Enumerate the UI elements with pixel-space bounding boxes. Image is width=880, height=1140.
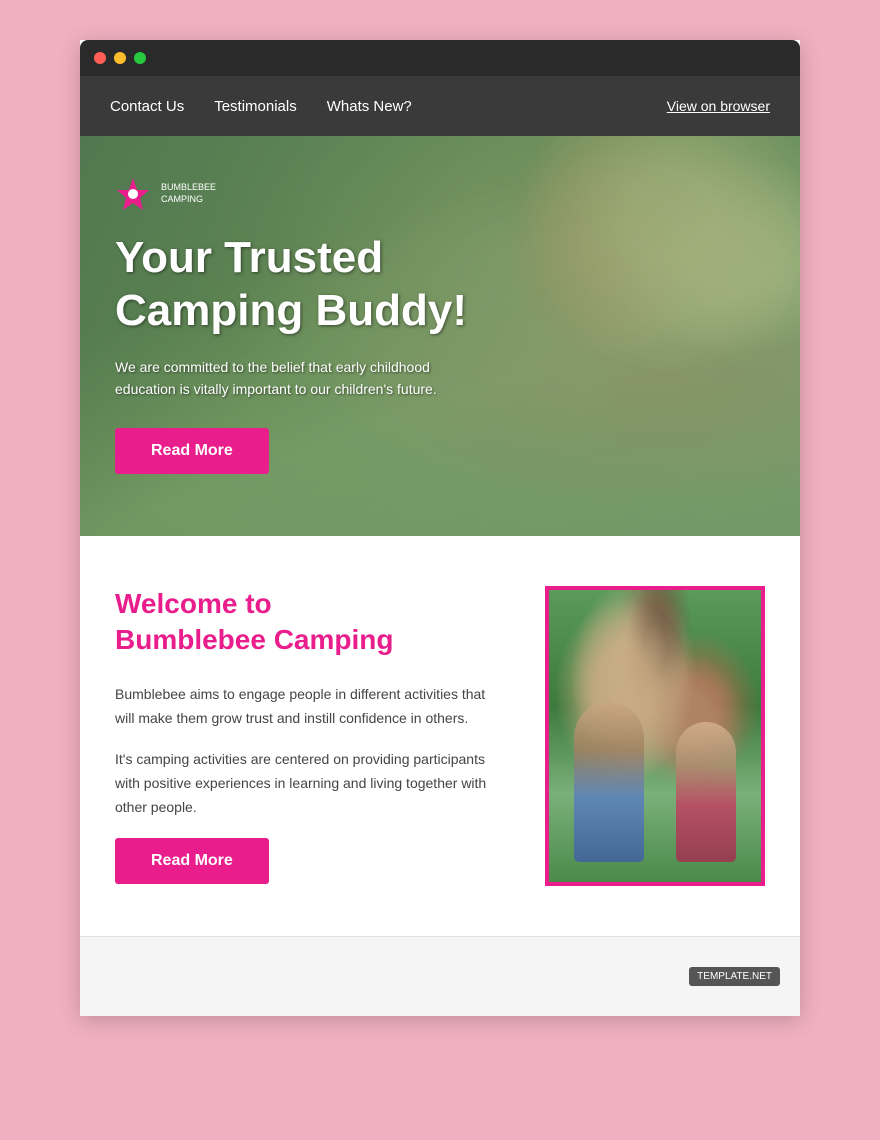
template-badge: TEMPLATE.NET <box>689 967 780 986</box>
logo-text: BUMBLEBEE Camping <box>161 182 216 205</box>
welcome-section: Welcome to Bumblebee Camping Bumblebee a… <box>80 536 800 936</box>
hero-content: BUMBLEBEE Camping Your Trusted Camping B… <box>80 136 800 514</box>
welcome-para-1: Bumblebee aims to engage people in diffe… <box>115 683 505 731</box>
hero-title: Your Trusted Camping Buddy! <box>115 232 535 338</box>
logo-sub: Camping <box>161 194 216 206</box>
nav-testimonials[interactable]: Testimonials <box>214 98 297 115</box>
welcome-image-wrapper <box>545 586 765 886</box>
email-container: Contact Us Testimonials Whats New? View … <box>80 40 800 1016</box>
close-dot[interactable] <box>94 52 106 64</box>
hero-read-more-button[interactable]: Read More <box>115 428 269 474</box>
bottom-section: TEMPLATE.NET <box>80 936 800 1016</box>
logo-brand: BUMBLEBEE <box>161 182 216 194</box>
welcome-content: Welcome to Bumblebee Camping Bumblebee a… <box>115 586 505 884</box>
maximize-dot[interactable] <box>134 52 146 64</box>
nav-whats-new[interactable]: Whats New? <box>327 98 412 115</box>
welcome-read-more-button[interactable]: Read More <box>115 838 269 884</box>
welcome-para-2: It's camping activities are centered on … <box>115 748 505 819</box>
hero-logo: BUMBLEBEE Camping <box>115 176 765 212</box>
navbar: Contact Us Testimonials Whats New? View … <box>80 76 800 136</box>
welcome-title: Welcome to Bumblebee Camping <box>115 586 505 659</box>
photo-child-2-silhouette <box>676 722 736 862</box>
photo-child-1-silhouette <box>574 702 644 862</box>
nav-links: Contact Us Testimonials Whats New? <box>110 98 412 115</box>
view-browser-link[interactable]: View on browser <box>667 98 770 114</box>
window-chrome <box>80 40 800 76</box>
minimize-dot[interactable] <box>114 52 126 64</box>
nav-contact[interactable]: Contact Us <box>110 98 184 115</box>
hero-subtitle: We are committed to the belief that earl… <box>115 356 475 401</box>
welcome-image-border <box>545 586 765 886</box>
hero-section: BUMBLEBEE Camping Your Trusted Camping B… <box>80 136 800 536</box>
bumblebee-logo-icon <box>115 176 151 212</box>
